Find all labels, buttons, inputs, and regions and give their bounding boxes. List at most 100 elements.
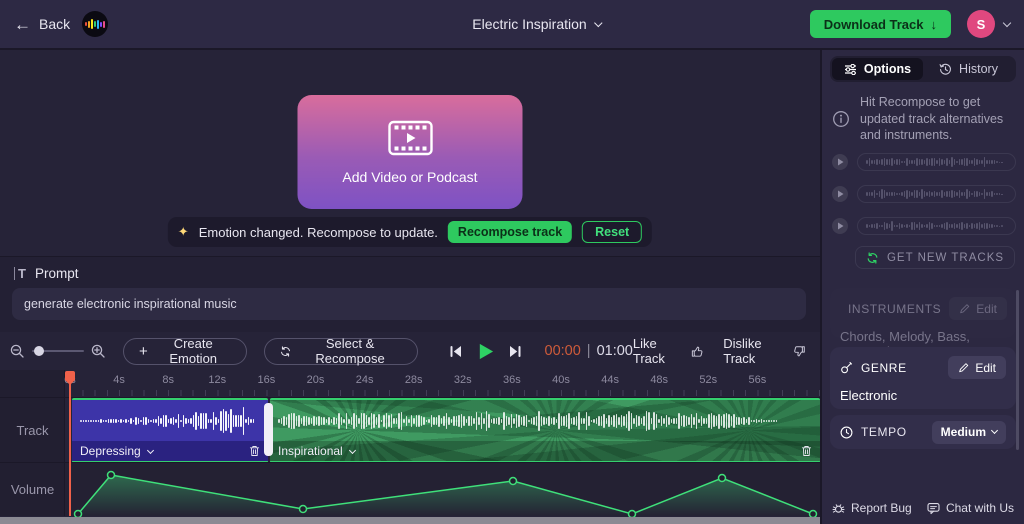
alt-play-button[interactable] [832,186,848,202]
track-title-dropdown[interactable]: Electric Inspiration [472,0,603,48]
tempo-value: Medium [940,425,986,439]
recompose-cycle-icon [280,345,290,357]
instruments-title: INSTRUMENTS [848,301,942,316]
reset-button[interactable]: Reset [582,221,643,243]
prompt-input[interactable] [12,288,806,320]
tab-options[interactable]: Options [832,58,923,80]
back-button[interactable]: ← Back [14,16,70,33]
play-icon [479,343,493,359]
clip-depressing-label-bar: Depressing [72,441,268,461]
volume-point[interactable] [106,470,116,480]
tempo-dropdown[interactable]: Medium [931,420,1006,444]
sidebar: Options History Hit Recompose to get upd… [822,50,1024,524]
alt-play-button[interactable] [832,218,848,234]
alt-track-waveform[interactable] [857,217,1016,235]
genre-title: GENRE [861,360,907,375]
volume-envelope[interactable] [65,463,820,517]
thumbs-up-icon [691,346,703,357]
horizontal-scrollbar[interactable] [0,517,820,524]
sidebar-tabs: Options History [830,56,1016,82]
tick-label: 16s [257,374,276,386]
zoom-out-icon[interactable] [10,344,25,359]
like-track-button[interactable]: Like Track [633,336,703,366]
volume-row-label: Volume [0,462,65,516]
time-separator: | [586,343,591,359]
chevron-down-icon [348,446,356,454]
app-window: ← Back Electric Inspiration Download Tra… [0,0,1024,524]
sparkle-icon: ✦ [177,224,189,239]
history-clock-icon [939,63,951,75]
notification-message: Emotion changed. Recompose to update. [198,224,438,240]
volume-point[interactable] [508,476,518,486]
text-prompt-icon: T [14,267,26,280]
zoom-slider-knob[interactable] [34,346,44,356]
genre-value: Electronic [840,388,898,403]
tab-history[interactable]: History [923,58,1014,80]
emotion-dropdown[interactable]: Depressing [80,444,141,458]
trash-icon [249,446,260,456]
tick-label: 52s [699,374,718,386]
tick-label: 4s [113,374,125,386]
avatar[interactable]: S [967,10,995,38]
prompt-label: Prompt [34,266,79,281]
skip-forward-button[interactable] [508,344,523,359]
guitar-icon [841,361,853,374]
recompose-track-button[interactable]: Recompose track [447,221,573,243]
alt-track-waveform[interactable] [857,185,1016,203]
alt-track-row [832,185,1016,203]
alt-play-button[interactable] [832,154,848,170]
tick-label: 20s [306,374,325,386]
time-ruler[interactable]: 0s4s8s12s16s20s24s28s32s36s40s44s48s52s5… [64,370,820,397]
waveform [866,154,1007,170]
download-arrow-icon: ↓ [930,16,938,32]
chat-with-us-button[interactable]: Chat with Us [927,501,1014,515]
zoom-slider[interactable] [32,346,84,356]
tick-label: 44s [601,374,619,386]
get-new-tracks-button[interactable]: GET NEW TRACKS [855,246,1015,269]
account-chevron-down-icon[interactable] [1002,18,1012,27]
select-recompose-label: Select & Recompose [315,336,385,366]
sidebar-scrollbar[interactable] [1016,290,1019,450]
dislike-track-button[interactable]: Dislike Track [723,336,806,366]
skip-back-button[interactable] [448,344,463,359]
track-row: Depressing Inspirational [65,397,820,463]
chevron-down-icon [990,426,999,435]
trash-icon [801,446,812,456]
instruments-header: INSTRUMENTS Edit [840,297,1007,320]
report-bug-button[interactable]: Report Bug [832,501,912,515]
chevron-down-icon [146,446,154,454]
delete-clip-button[interactable] [249,445,260,457]
clip-depressing[interactable]: Depressing [72,398,268,463]
volume-point[interactable] [298,504,308,514]
genre-section: GENRE Edit Electronic [830,347,1016,409]
genre-edit-button[interactable]: Edit [948,356,1006,379]
playhead-pin[interactable] [65,371,75,385]
volume-point[interactable] [717,473,727,483]
select-recompose-button[interactable]: Select & Recompose [263,336,418,366]
alt-track-waveform[interactable] [857,153,1016,171]
create-emotion-button[interactable]: + Create Emotion [123,336,247,366]
add-video-podcast-card[interactable]: Add Video or Podcast [297,95,523,209]
topbar-divider [0,48,1024,50]
clip-inspirational[interactable]: Inspirational [270,398,820,463]
bug-icon [832,503,845,513]
emotion-dropdown[interactable]: Inspirational [278,444,343,458]
tempo-section: TEMPO Medium [830,415,1016,449]
clip-inspirational-wavebox [278,403,812,439]
instruments-edit-button[interactable]: Edit [949,297,1007,320]
tick-label: 12s [208,374,227,386]
timeline-label-column: Track Volume [0,370,65,516]
play-icon [837,222,843,230]
film-icon [387,120,433,155]
waveform [80,403,260,439]
zoom-in-icon[interactable] [91,344,106,359]
delete-clip-button[interactable] [801,445,812,457]
play-button[interactable] [476,342,495,361]
play-icon [837,190,843,198]
tab-options-label: Options [863,62,912,76]
waveform [866,186,1007,202]
recompose-info-text: Hit Recompose to get updated track alter… [860,95,1004,142]
clip-resize-handle[interactable] [264,403,273,456]
download-track-button[interactable]: Download Track ↓ [809,10,951,38]
clip-inspirational-label-bar: Inspirational [270,441,820,461]
